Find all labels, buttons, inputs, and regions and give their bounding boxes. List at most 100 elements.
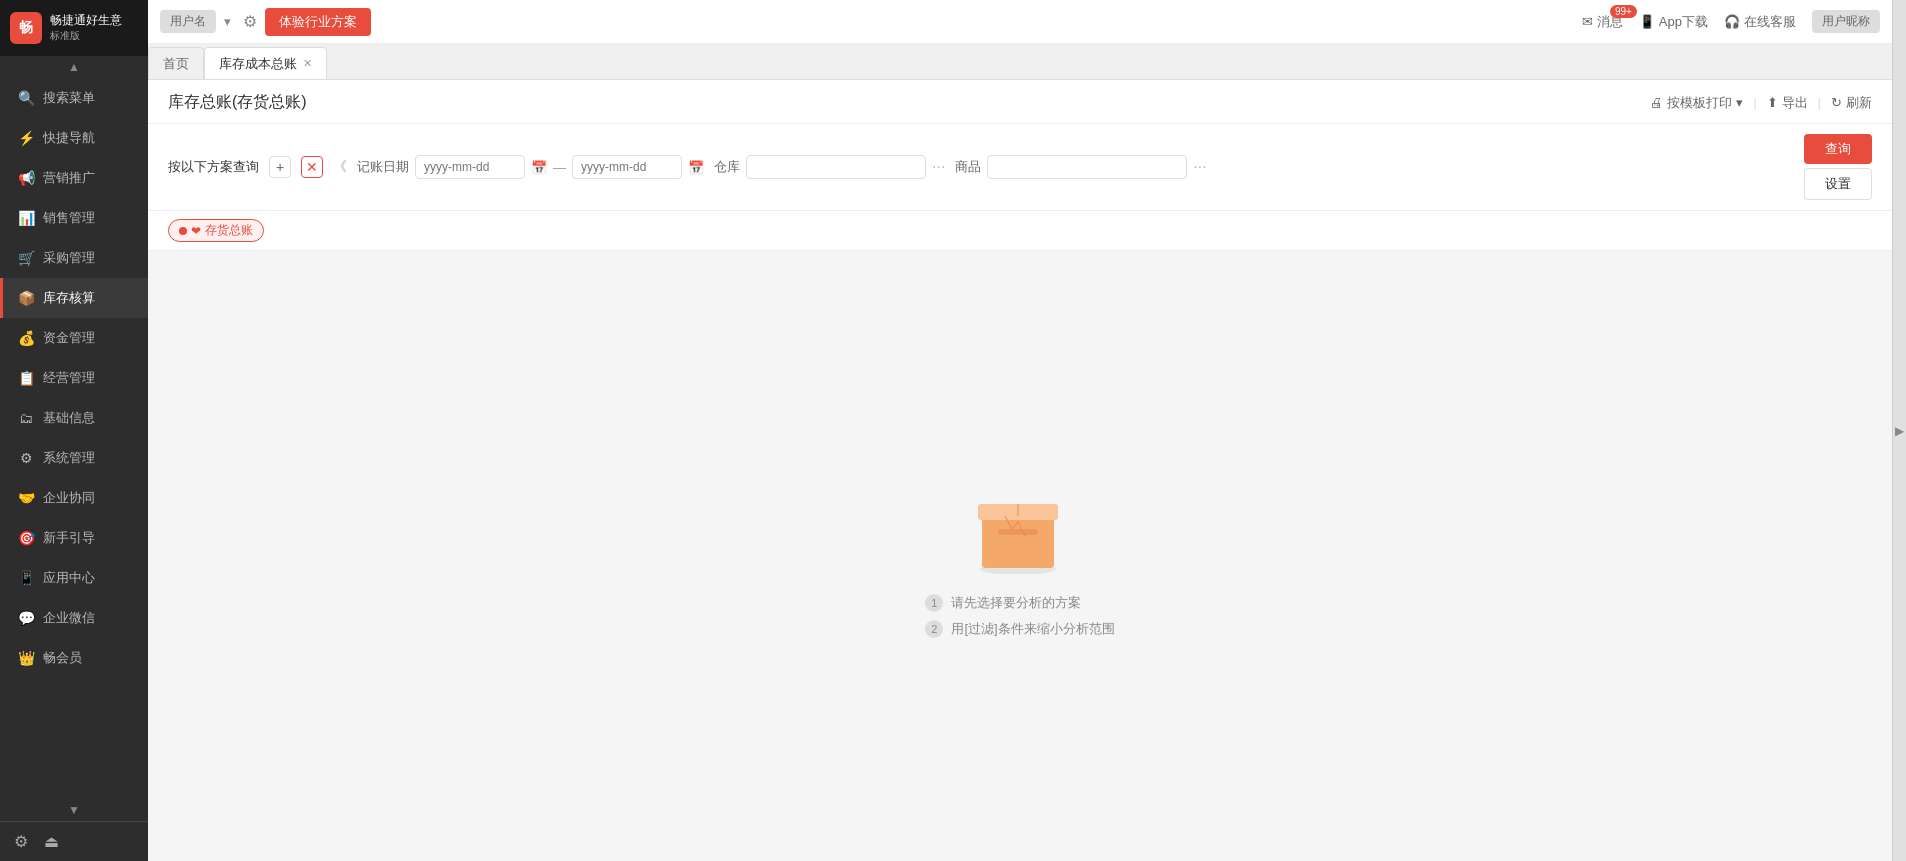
purchase-icon: 🛒 xyxy=(17,249,35,267)
warehouse-label: 仓库 xyxy=(714,158,740,176)
right-collapse-panel[interactable]: ▶ xyxy=(1892,0,1906,861)
goods-field: 商品 ··· xyxy=(955,155,1206,179)
svg-rect-1 xyxy=(982,516,1054,568)
app-download-btn[interactable]: 📱 App下载 xyxy=(1639,13,1708,31)
sidebar-item-inventory[interactable]: 📦 库存核算 xyxy=(0,278,148,318)
sidebar-item-search[interactable]: 🔍 搜索菜单 xyxy=(0,78,148,118)
refresh-btn[interactable]: ↻ 刷新 xyxy=(1831,94,1872,112)
sidebar-item-finance[interactable]: 💰 资金管理 xyxy=(0,318,148,358)
scroll-up[interactable]: ▲ xyxy=(0,56,148,78)
audio-bottom-icon[interactable]: ⏏ xyxy=(44,832,59,851)
msg-btn[interactable]: ✉ 消息 99+ xyxy=(1582,13,1623,31)
scheme-label: 存货总账 xyxy=(205,222,253,239)
settings-bottom-icon[interactable]: ⚙ xyxy=(14,832,28,851)
sidebar-item-basic[interactable]: 🗂 基础信息 xyxy=(0,398,148,438)
date-to-input[interactable] xyxy=(572,155,682,179)
tab-close-icon[interactable]: ✕ xyxy=(303,57,312,70)
filter-label: 按以下方案查询 xyxy=(168,158,259,176)
tip-2-text: 用[过滤]条件来缩小分析范围 xyxy=(951,620,1114,638)
msg-badge: 99+ xyxy=(1610,5,1637,18)
sidebar-item-guide[interactable]: 🎯 新手引导 xyxy=(0,518,148,558)
page-actions: 🖨 按模板打印 ▾ | ⬆ 导出 | ↻ 刷新 xyxy=(1650,94,1872,112)
sidebar-bottom: ⚙ ⏏ xyxy=(0,821,148,861)
date-from-icon[interactable]: 📅 xyxy=(531,160,547,175)
search-icon: 🔍 xyxy=(17,89,35,107)
warehouse-input[interactable] xyxy=(746,155,926,179)
tip-1-num: 1 xyxy=(925,594,943,612)
sidebar-item-system[interactable]: ⚙ 系统管理 xyxy=(0,438,148,478)
empty-illustration-svg xyxy=(960,474,1080,574)
user-avatar[interactable]: 用户昵称 xyxy=(1812,10,1880,33)
date-field: 记账日期 📅 — 📅 xyxy=(357,155,704,179)
svg-rect-4 xyxy=(998,529,1038,535)
empty-tips: 1 请先选择要分析的方案 2 用[过滤]条件来缩小分析范围 xyxy=(925,594,1114,638)
sidebar-item-appcenter[interactable]: 📱 应用中心 xyxy=(0,558,148,598)
finance-icon: 💰 xyxy=(17,329,35,347)
sales-icon: 📊 xyxy=(17,209,35,227)
sidebar-item-wechat[interactable]: 💬 企业微信 xyxy=(0,598,148,638)
sidebar-item-operation[interactable]: 📋 经营管理 xyxy=(0,358,148,398)
date-label: 记账日期 xyxy=(357,158,409,176)
query-button[interactable]: 查询 xyxy=(1804,134,1872,164)
tab-bar: 首页 库存成本总账 ✕ xyxy=(148,44,1892,80)
top-bar-right: ✉ 消息 99+ 📱 App下载 🎧 在线客服 用户昵称 xyxy=(1582,10,1880,33)
user-dropdown-icon[interactable]: ▾ xyxy=(224,14,231,29)
empty-tip-1: 1 请先选择要分析的方案 xyxy=(925,594,1114,612)
settings-icon[interactable]: ⚙ xyxy=(243,12,257,31)
tip-1-text: 请先选择要分析的方案 xyxy=(951,594,1081,612)
sidebar-logo: 畅 畅捷通好生意 标准版 xyxy=(0,0,148,56)
app-sub: 标准版 xyxy=(50,29,122,43)
service-btn[interactable]: 🎧 在线客服 xyxy=(1724,13,1796,31)
system-icon: ⚙ xyxy=(17,449,35,467)
export-btn[interactable]: ⬆ 导出 xyxy=(1767,94,1808,112)
user-label: 用户名 xyxy=(170,13,206,30)
page-title: 库存总账(存货总账) xyxy=(168,92,307,113)
tab-inventory-ledger[interactable]: 库存成本总账 ✕ xyxy=(204,47,327,79)
basic-icon: 🗂 xyxy=(17,409,35,427)
msg-icon: ✉ xyxy=(1582,14,1593,29)
user-selector[interactable]: 用户名 xyxy=(160,10,216,33)
goods-label: 商品 xyxy=(955,158,981,176)
sidebar-item-marketing[interactable]: 📢 营销推广 xyxy=(0,158,148,198)
print-btn[interactable]: 🖨 按模板打印 ▾ xyxy=(1650,94,1743,112)
filter-clear-btn[interactable]: ✕ xyxy=(301,156,323,178)
divider-2: | xyxy=(1818,95,1821,110)
date-from-input[interactable] xyxy=(415,155,525,179)
scheme-icon: ❤ xyxy=(191,224,201,238)
date-separator: — xyxy=(553,160,566,175)
marketing-icon: 📢 xyxy=(17,169,35,187)
top-bar: 用户名 ▾ ⚙ 体验行业方案 ✉ 消息 99+ 📱 App下载 🎧 在线客服 用… xyxy=(148,0,1892,44)
content-area: 库存总账(存货总账) 🖨 按模板打印 ▾ | ⬆ 导出 | ↻ 刷新 xyxy=(148,80,1892,861)
filter-collapse-btn[interactable]: 《 xyxy=(333,158,347,176)
page-header: 库存总账(存货总账) 🖨 按模板打印 ▾ | ⬆ 导出 | ↻ 刷新 xyxy=(148,80,1892,124)
sidebar-item-sales[interactable]: 📊 销售管理 xyxy=(0,198,148,238)
sidebar-item-quicknav[interactable]: ⚡ 快捷导航 xyxy=(0,118,148,158)
tab-home[interactable]: 首页 xyxy=(148,47,204,79)
refresh-icon: ↻ xyxy=(1831,95,1842,110)
sidebar-scroll: 🔍 搜索菜单 ⚡ 快捷导航 📢 营销推广 📊 销售管理 🛒 采购管理 📦 库存核… xyxy=(0,78,148,799)
sidebar-item-member[interactable]: 👑 畅会员 xyxy=(0,638,148,678)
date-to-icon[interactable]: 📅 xyxy=(688,160,704,175)
scheme-tag[interactable]: ❤ 存货总账 xyxy=(168,219,264,242)
industry-btn[interactable]: 体验行业方案 xyxy=(265,8,371,36)
collapse-icon: ▶ xyxy=(1893,424,1907,438)
scroll-down[interactable]: ▼ xyxy=(0,799,148,821)
guide-icon: 🎯 xyxy=(17,529,35,547)
print-dropdown-icon[interactable]: ▾ xyxy=(1736,95,1743,110)
member-icon: 👑 xyxy=(17,649,35,667)
main-area: 用户名 ▾ ⚙ 体验行业方案 ✉ 消息 99+ 📱 App下载 🎧 在线客服 用… xyxy=(148,0,1892,861)
print-icon: 🖨 xyxy=(1650,95,1663,110)
settings-button[interactable]: 设置 xyxy=(1804,168,1872,200)
service-icon: 🎧 xyxy=(1724,14,1740,29)
goods-input[interactable] xyxy=(987,155,1187,179)
sidebar-item-purchase[interactable]: 🛒 采购管理 xyxy=(0,238,148,278)
logo-icon: 畅 xyxy=(10,12,42,44)
warehouse-more-btn[interactable]: ··· xyxy=(932,158,945,176)
sidebar-item-cooperation[interactable]: 🤝 企业协同 xyxy=(0,478,148,518)
goods-more-btn[interactable]: ··· xyxy=(1193,158,1206,176)
phone-icon: 📱 xyxy=(1639,14,1655,29)
appcenter-icon: 📱 xyxy=(17,569,35,587)
filter-add-btn[interactable]: + xyxy=(269,156,291,178)
app-name: 畅捷通好生意 xyxy=(50,13,122,29)
sidebar: 畅 畅捷通好生意 标准版 ▲ 🔍 搜索菜单 ⚡ 快捷导航 📢 营销推广 📊 销售… xyxy=(0,0,148,861)
